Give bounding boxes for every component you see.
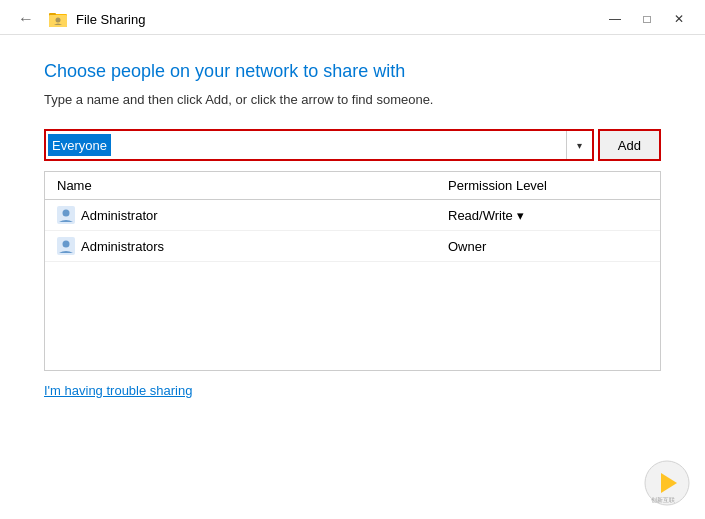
permission-value-administrator: Read/Write <box>448 208 513 223</box>
table-header: Name Permission Level <box>45 172 660 200</box>
combo-selected-value: Everyone <box>48 134 111 156</box>
svg-point-8 <box>63 241 70 248</box>
maximize-button[interactable]: □ <box>633 8 661 30</box>
row-name-administrator: Administrator <box>57 206 448 224</box>
permission-dropdown-administrator[interactable]: Read/Write ▾ <box>448 208 524 223</box>
back-button[interactable]: ← <box>12 8 40 30</box>
trouble-sharing-link[interactable]: I'm having trouble sharing <box>44 383 192 398</box>
watermark-logo: 创新互联 <box>643 459 691 507</box>
main-content: Choose people on your network to share w… <box>0 45 705 419</box>
folder-icon <box>48 9 68 29</box>
col-name-header: Name <box>57 178 448 193</box>
name-combo[interactable]: Everyone ▾ <box>44 129 594 161</box>
user-icon <box>57 206 75 224</box>
permissions-table: Name Permission Level Administrator Read… <box>44 171 661 371</box>
table-row: Administrators Owner <box>45 231 660 262</box>
minimize-button[interactable]: — <box>601 8 629 30</box>
row-name-administrators: Administrators <box>57 237 448 255</box>
combo-dropdown-arrow[interactable]: ▾ <box>566 131 592 159</box>
title-divider <box>0 34 705 35</box>
svg-point-6 <box>63 210 70 217</box>
title-bar-left: ← File Sharing <box>12 8 145 30</box>
col-permission-header: Permission Level <box>448 178 648 193</box>
close-button[interactable]: ✕ <box>665 8 693 30</box>
window-title: File Sharing <box>76 12 145 27</box>
permission-dropdown-arrow-icon[interactable]: ▾ <box>517 208 524 223</box>
svg-text:创新互联: 创新互联 <box>651 496 675 503</box>
administrators-permission: Owner <box>448 239 648 254</box>
add-button[interactable]: Add <box>598 129 661 161</box>
add-row: Everyone ▾ Add <box>44 129 661 161</box>
title-bar: ← File Sharing — □ ✕ <box>0 0 705 34</box>
svg-point-4 <box>56 18 61 23</box>
administrator-name: Administrator <box>81 208 158 223</box>
page-subtext: Type a name and then click Add, or click… <box>44 92 661 107</box>
user-icon <box>57 237 75 255</box>
title-bar-controls: — □ ✕ <box>601 8 693 30</box>
table-row: Administrator Read/Write ▾ <box>45 200 660 231</box>
page-heading: Choose people on your network to share w… <box>44 61 661 82</box>
administrator-permission: Read/Write ▾ <box>448 208 648 223</box>
administrators-name: Administrators <box>81 239 164 254</box>
permission-value-administrators: Owner <box>448 239 486 254</box>
